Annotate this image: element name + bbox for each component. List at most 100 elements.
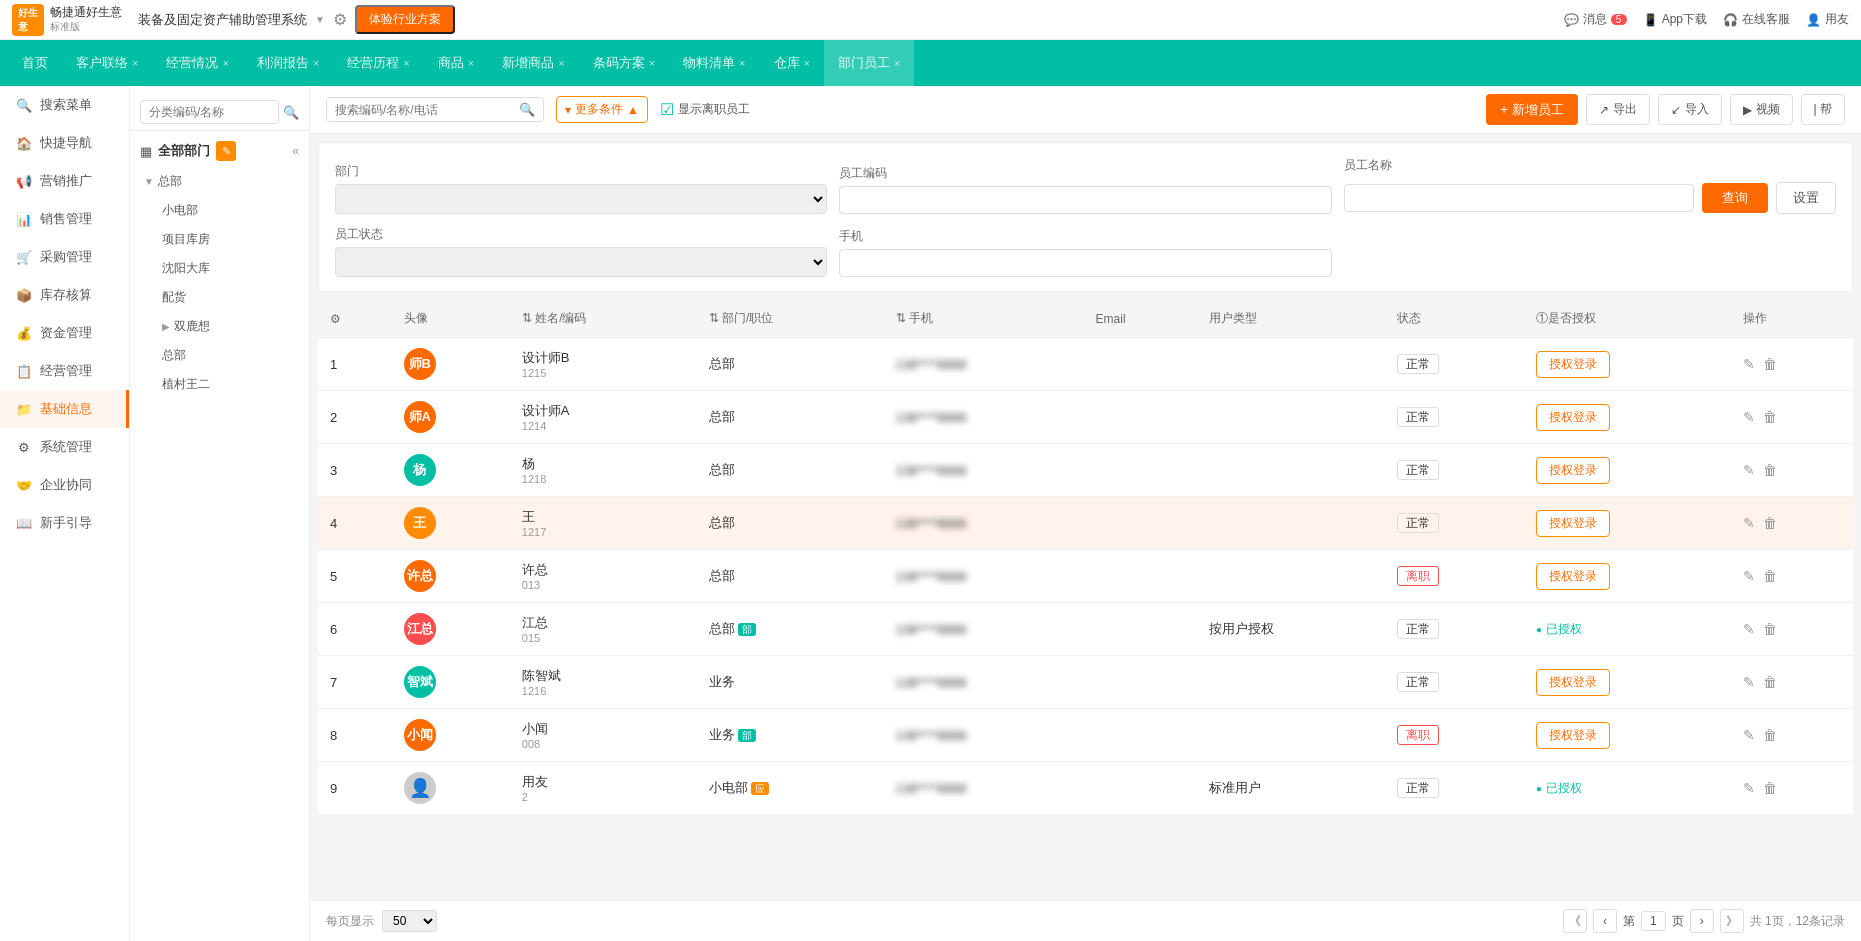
sidebar-item-operation[interactable]: 📋经营管理: [0, 352, 129, 390]
sidebar-item-inventory[interactable]: 📦库存核算: [0, 276, 129, 314]
dept-select[interactable]: [335, 184, 827, 214]
auth-login-button[interactable]: 授权登录: [1536, 404, 1610, 431]
sidebar-item-purchase[interactable]: 🛒采购管理: [0, 238, 129, 276]
system-title-dropdown[interactable]: ▼: [315, 14, 325, 25]
nav-close-经营历程[interactable]: ×: [403, 57, 409, 69]
nav-close-仓库[interactable]: ×: [804, 57, 810, 69]
auth-login-button[interactable]: 授权登录: [1536, 563, 1610, 590]
view-button[interactable]: ▶ 视频: [1730, 94, 1793, 125]
nav-close-经营情况[interactable]: ×: [222, 57, 228, 69]
dept-tree-item[interactable]: 植村王二: [130, 370, 309, 399]
online-service-button[interactable]: 🎧 在线客服: [1723, 11, 1790, 28]
col-settings[interactable]: ⚙: [318, 300, 392, 338]
delete-icon[interactable]: 🗑: [1763, 515, 1777, 531]
nav-item-物料清单[interactable]: 物料清单×: [669, 40, 759, 86]
page-number[interactable]: 1: [1641, 911, 1666, 931]
edit-icon[interactable]: ✎: [1743, 674, 1755, 690]
sidebar-item-system[interactable]: ⚙系统管理: [0, 428, 129, 466]
gear-icon[interactable]: ⚙: [333, 10, 347, 29]
user-button[interactable]: 👤 用友: [1806, 11, 1849, 28]
sidebar-item-guide[interactable]: 📖新手引导: [0, 504, 129, 542]
edit-icon[interactable]: ✎: [1743, 568, 1755, 584]
dept-edit-icon[interactable]: ✎: [216, 141, 236, 161]
col-name[interactable]: ⇅ 姓名/编码: [510, 300, 697, 338]
sidebar-item-quick-nav[interactable]: 🏠快捷导航: [0, 124, 129, 162]
query-button[interactable]: 查询: [1702, 183, 1768, 213]
add-employee-button[interactable]: + 新增员工: [1486, 94, 1577, 125]
first-page-button[interactable]: 《: [1563, 909, 1587, 933]
delete-icon[interactable]: 🗑: [1763, 727, 1777, 743]
prev-page-button[interactable]: ‹: [1593, 909, 1617, 933]
edit-icon[interactable]: ✎: [1743, 780, 1755, 796]
phone-input[interactable]: [839, 249, 1331, 277]
app-download-button[interactable]: 📱 App下载: [1643, 11, 1707, 28]
emp-status-select[interactable]: [335, 247, 827, 277]
sidebar-item-sales[interactable]: 📊销售管理: [0, 200, 129, 238]
dept-tree-item[interactable]: 总部: [130, 341, 309, 370]
nav-close-部门员工[interactable]: ×: [894, 57, 900, 69]
nav-close-利润报告[interactable]: ×: [313, 57, 319, 69]
col-phone[interactable]: ⇅ 手机: [884, 300, 1084, 338]
nav-item-经营情况[interactable]: 经营情况×: [152, 40, 242, 86]
emp-code-input[interactable]: [839, 186, 1331, 214]
set-button[interactable]: 设置: [1776, 182, 1836, 214]
sidebar-item-enterprise[interactable]: 🤝企业协同: [0, 466, 129, 504]
nav-close-新增商品[interactable]: ×: [558, 57, 564, 69]
emp-name-input[interactable]: [1344, 184, 1694, 212]
delete-icon[interactable]: 🗑: [1763, 462, 1777, 478]
dept-search-icon[interactable]: 🔍: [283, 105, 299, 120]
nav-close-商品[interactable]: ×: [468, 57, 474, 69]
delete-icon[interactable]: 🗑: [1763, 356, 1777, 372]
sidebar-item-marketing[interactable]: 📢营销推广: [0, 162, 129, 200]
auth-login-button[interactable]: 授权登录: [1536, 722, 1610, 749]
sidebar-item-search-menu[interactable]: 🔍搜索菜单: [0, 86, 129, 124]
more-conditions-button[interactable]: ▾ 更多条件 ▲: [556, 96, 648, 123]
experience-button[interactable]: 体验行业方案: [355, 5, 455, 34]
delete-icon[interactable]: 🗑: [1763, 568, 1777, 584]
delete-icon[interactable]: 🗑: [1763, 674, 1777, 690]
message-button[interactable]: 💬 消息 5: [1564, 11, 1627, 28]
nav-item-客户联络[interactable]: 客户联络×: [62, 40, 152, 86]
dept-tree-item[interactable]: ▼ 总部: [130, 167, 309, 196]
import-button[interactable]: ↙ 导入: [1658, 94, 1722, 125]
edit-icon[interactable]: ✎: [1743, 462, 1755, 478]
next-page-button[interactable]: ›: [1690, 909, 1714, 933]
dept-tree-item[interactable]: 配货: [130, 283, 309, 312]
export-button[interactable]: ↗ 导出: [1586, 94, 1650, 125]
nav-close-客户联络[interactable]: ×: [132, 57, 138, 69]
auth-login-button[interactable]: 授权登录: [1536, 510, 1610, 537]
delete-icon[interactable]: 🗑: [1763, 780, 1777, 796]
nav-item-仓库[interactable]: 仓库×: [760, 40, 824, 86]
last-page-button[interactable]: 》: [1720, 909, 1744, 933]
nav-item-利润报告[interactable]: 利润报告×: [243, 40, 333, 86]
search-icon[interactable]: 🔍: [519, 102, 535, 117]
nav-close-物料清单[interactable]: ×: [739, 57, 745, 69]
dept-collapse-button[interactable]: «: [292, 144, 299, 158]
edit-icon[interactable]: ✎: [1743, 515, 1755, 531]
nav-item-条码方案[interactable]: 条码方案×: [579, 40, 669, 86]
per-page-select[interactable]: 50 20 100: [382, 910, 437, 932]
auth-login-button[interactable]: 授权登录: [1536, 351, 1610, 378]
delete-icon[interactable]: 🗑: [1763, 409, 1777, 425]
auth-login-button[interactable]: 授权登录: [1536, 669, 1610, 696]
auth-login-button[interactable]: 授权登录: [1536, 457, 1610, 484]
sidebar-item-basic-info[interactable]: 📁基础信息: [0, 390, 129, 428]
nav-item-商品[interactable]: 商品×: [424, 40, 488, 86]
search-input[interactable]: [335, 103, 515, 117]
show-resigned-toggle[interactable]: ☑ 显示离职员工: [660, 100, 750, 119]
dept-tree-item[interactable]: 沈阳大库: [130, 254, 309, 283]
edit-icon[interactable]: ✎: [1743, 727, 1755, 743]
help-button[interactable]: | 帮: [1801, 94, 1845, 125]
nav-item-经营历程[interactable]: 经营历程×: [333, 40, 423, 86]
edit-icon[interactable]: ✎: [1743, 621, 1755, 637]
dept-tree-item[interactable]: ▶ 双鹿想: [130, 312, 309, 341]
nav-item-新增商品[interactable]: 新增商品×: [488, 40, 578, 86]
edit-icon[interactable]: ✎: [1743, 409, 1755, 425]
dept-search-input[interactable]: [140, 100, 279, 124]
dept-tree-item[interactable]: 小电部: [130, 196, 309, 225]
nav-item-首页[interactable]: 首页: [8, 40, 62, 86]
dept-tree-item[interactable]: 项目库房: [130, 225, 309, 254]
edit-icon[interactable]: ✎: [1743, 356, 1755, 372]
sidebar-item-finance[interactable]: 💰资金管理: [0, 314, 129, 352]
nav-close-条码方案[interactable]: ×: [649, 57, 655, 69]
